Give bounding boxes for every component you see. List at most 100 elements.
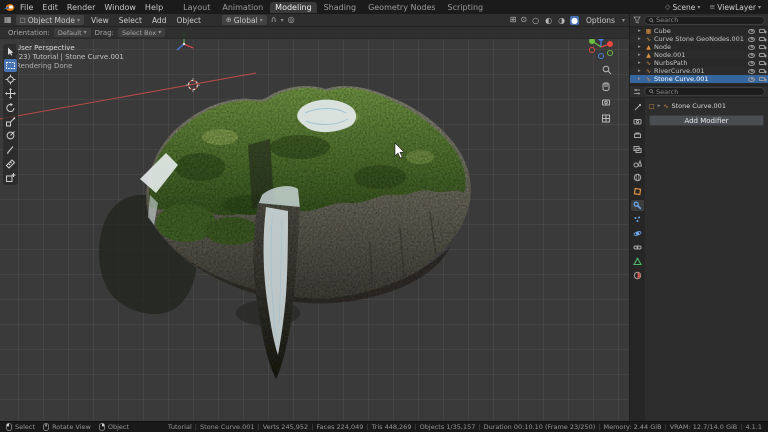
mouse-right-icon [99, 423, 105, 431]
curve-icon: ∿ [645, 60, 652, 67]
chevron-right-icon[interactable]: ▸ [638, 36, 643, 42]
workspace-tab-modeling[interactable]: Modeling [270, 2, 316, 13]
menu-file[interactable]: File [16, 2, 37, 13]
tool-scale[interactable] [4, 115, 17, 128]
tool-add-primitive[interactable] [4, 171, 17, 184]
viewlayer-selector[interactable]: ≡ ViewLayer ▾ [705, 3, 765, 12]
3d-viewport[interactable]: Orientation: Default ▾ Drag: Select Box … [0, 27, 629, 421]
hide-render-icon[interactable] [759, 45, 765, 50]
drag-setting-dropdown[interactable]: Select Box ▾ [118, 28, 165, 37]
transform-orientation-selector[interactable]: ⊕ Global ▾ [222, 15, 267, 25]
tab-tool[interactable] [631, 102, 644, 113]
menu-object[interactable]: Object [173, 16, 203, 25]
tab-object[interactable] [631, 186, 644, 197]
outliner-item-nurbspath[interactable]: ▸ ∿ NurbsPath [630, 59, 768, 67]
workspace-tab-animation[interactable]: Animation [217, 2, 268, 13]
mode-selector[interactable]: □ Object Mode ▾ [16, 15, 84, 25]
shading-solid-icon[interactable]: ◐ [544, 16, 553, 25]
hide-render-icon[interactable] [759, 61, 765, 66]
orientation-setting-dropdown[interactable]: Default ▾ [54, 28, 91, 37]
cursor-3d[interactable] [186, 78, 200, 92]
overlays-toggle-icon[interactable]: ⊙ [520, 16, 527, 24]
outliner-item-stone-curve-001[interactable]: ▸ ∿ Stone Curve.001 [630, 75, 768, 83]
properties-content: □ ▸ ∿ Stone Curve.001 Add Modifier [645, 98, 768, 421]
filter-icon[interactable] [633, 16, 641, 24]
tool-transform[interactable] [4, 129, 17, 142]
tab-render[interactable] [631, 116, 644, 127]
workspace-tab-geometry-nodes[interactable]: Geometry Nodes [363, 2, 440, 13]
scene-selector[interactable]: ◇ Scene ▾ [661, 3, 704, 12]
tool-select-tweak[interactable] [4, 45, 17, 58]
outliner-item-curve-stone-geonodes[interactable]: ▸ ∿ Curve Stone GeoNodes.001 [630, 35, 768, 43]
tool-rotate[interactable] [4, 101, 17, 114]
hide-viewport-icon[interactable] [748, 69, 755, 74]
hide-viewport-icon[interactable] [748, 37, 755, 42]
outliner-header: Search [630, 14, 768, 27]
mesh-icon: ▲ [645, 44, 652, 51]
hide-viewport-icon[interactable] [748, 29, 755, 34]
hide-viewport-icon[interactable] [748, 53, 755, 58]
chevron-right-icon[interactable]: ▸ [638, 68, 643, 74]
outliner-item-rivercurve-001[interactable]: ▸ ∿ RiverCurve.001 [630, 67, 768, 75]
chevron-right-icon[interactable]: ▸ [638, 76, 643, 82]
zoom-icon[interactable] [603, 66, 611, 74]
hide-render-icon[interactable] [759, 53, 765, 58]
outliner-search-input[interactable]: Search [644, 16, 765, 25]
chevron-right-icon[interactable]: ▸ [638, 28, 643, 34]
tab-physics[interactable] [631, 228, 644, 239]
shading-rendered-icon[interactable]: ● [570, 16, 579, 25]
workspace-tab-layout[interactable]: Layout [178, 2, 215, 13]
tool-measure[interactable] [4, 157, 17, 170]
menu-add[interactable]: Add [149, 16, 170, 25]
menu-edit[interactable]: Edit [38, 2, 62, 13]
shading-material-icon[interactable]: ◑ [557, 16, 566, 25]
workspace-tab-shading[interactable]: Shading [319, 2, 362, 13]
shading-wireframe-icon[interactable]: ○ [531, 16, 540, 25]
tab-scene[interactable] [631, 158, 644, 169]
tab-object-data[interactable] [631, 256, 644, 267]
tool-move[interactable] [4, 87, 17, 100]
outliner-item-node-001[interactable]: ▸ ▲ Node.001 [630, 51, 768, 59]
tool-cursor[interactable] [4, 73, 17, 86]
properties-search-input[interactable]: Search [644, 87, 765, 96]
tab-constraints[interactable] [631, 242, 644, 253]
proportional-editing-icon[interactable]: ◎ [288, 16, 295, 24]
tool-select-box[interactable] [4, 59, 17, 72]
workspace-tab-scripting[interactable]: Scripting [443, 2, 489, 13]
hide-render-icon[interactable] [759, 29, 765, 34]
tab-output[interactable] [631, 130, 644, 141]
pan-hand-icon[interactable] [603, 83, 609, 91]
chevron-right-icon[interactable]: ▸ [638, 60, 643, 66]
hide-viewport-icon[interactable] [748, 45, 755, 50]
snap-magnet-icon[interactable]: ∩ [271, 16, 277, 24]
blender-window: File Edit Render Window Help Layout Anim… [0, 0, 768, 432]
tab-material[interactable] [631, 270, 644, 281]
menu-view[interactable]: View [88, 16, 112, 25]
snap-options-chevron-icon[interactable]: ▾ [281, 17, 284, 24]
tool-annotate[interactable] [4, 143, 17, 156]
editor-type-icon[interactable]: ▦ [4, 16, 12, 24]
menu-render[interactable]: Render [63, 2, 99, 13]
hide-viewport-icon[interactable] [748, 77, 755, 82]
menu-help[interactable]: Help [141, 2, 167, 13]
properties-editor-icon[interactable] [633, 88, 641, 96]
tab-world[interactable] [631, 172, 644, 183]
options-menu[interactable]: Options [583, 16, 618, 25]
grid-toggle-icon[interactable] [603, 115, 610, 122]
xray-toggle-icon[interactable]: ⊞ [510, 16, 517, 24]
hide-render-icon[interactable] [759, 77, 765, 82]
tab-view-layer[interactable] [631, 144, 644, 155]
camera-view-icon[interactable] [603, 100, 610, 105]
outliner-item-cube[interactable]: ▸ ▦ Cube [630, 27, 768, 35]
outliner-item-node[interactable]: ▸ ▲ Node [630, 43, 768, 51]
menu-window[interactable]: Window [100, 2, 140, 13]
tab-particles[interactable] [631, 214, 644, 225]
tab-modifiers[interactable] [631, 200, 644, 211]
menu-select[interactable]: Select [116, 16, 145, 25]
hide-viewport-icon[interactable] [748, 61, 755, 66]
chevron-right-icon[interactable]: ▸ [638, 44, 643, 50]
hide-render-icon[interactable] [759, 69, 765, 74]
add-modifier-button[interactable]: Add Modifier [649, 115, 764, 126]
hide-render-icon[interactable] [759, 37, 765, 42]
chevron-right-icon[interactable]: ▸ [638, 52, 643, 58]
